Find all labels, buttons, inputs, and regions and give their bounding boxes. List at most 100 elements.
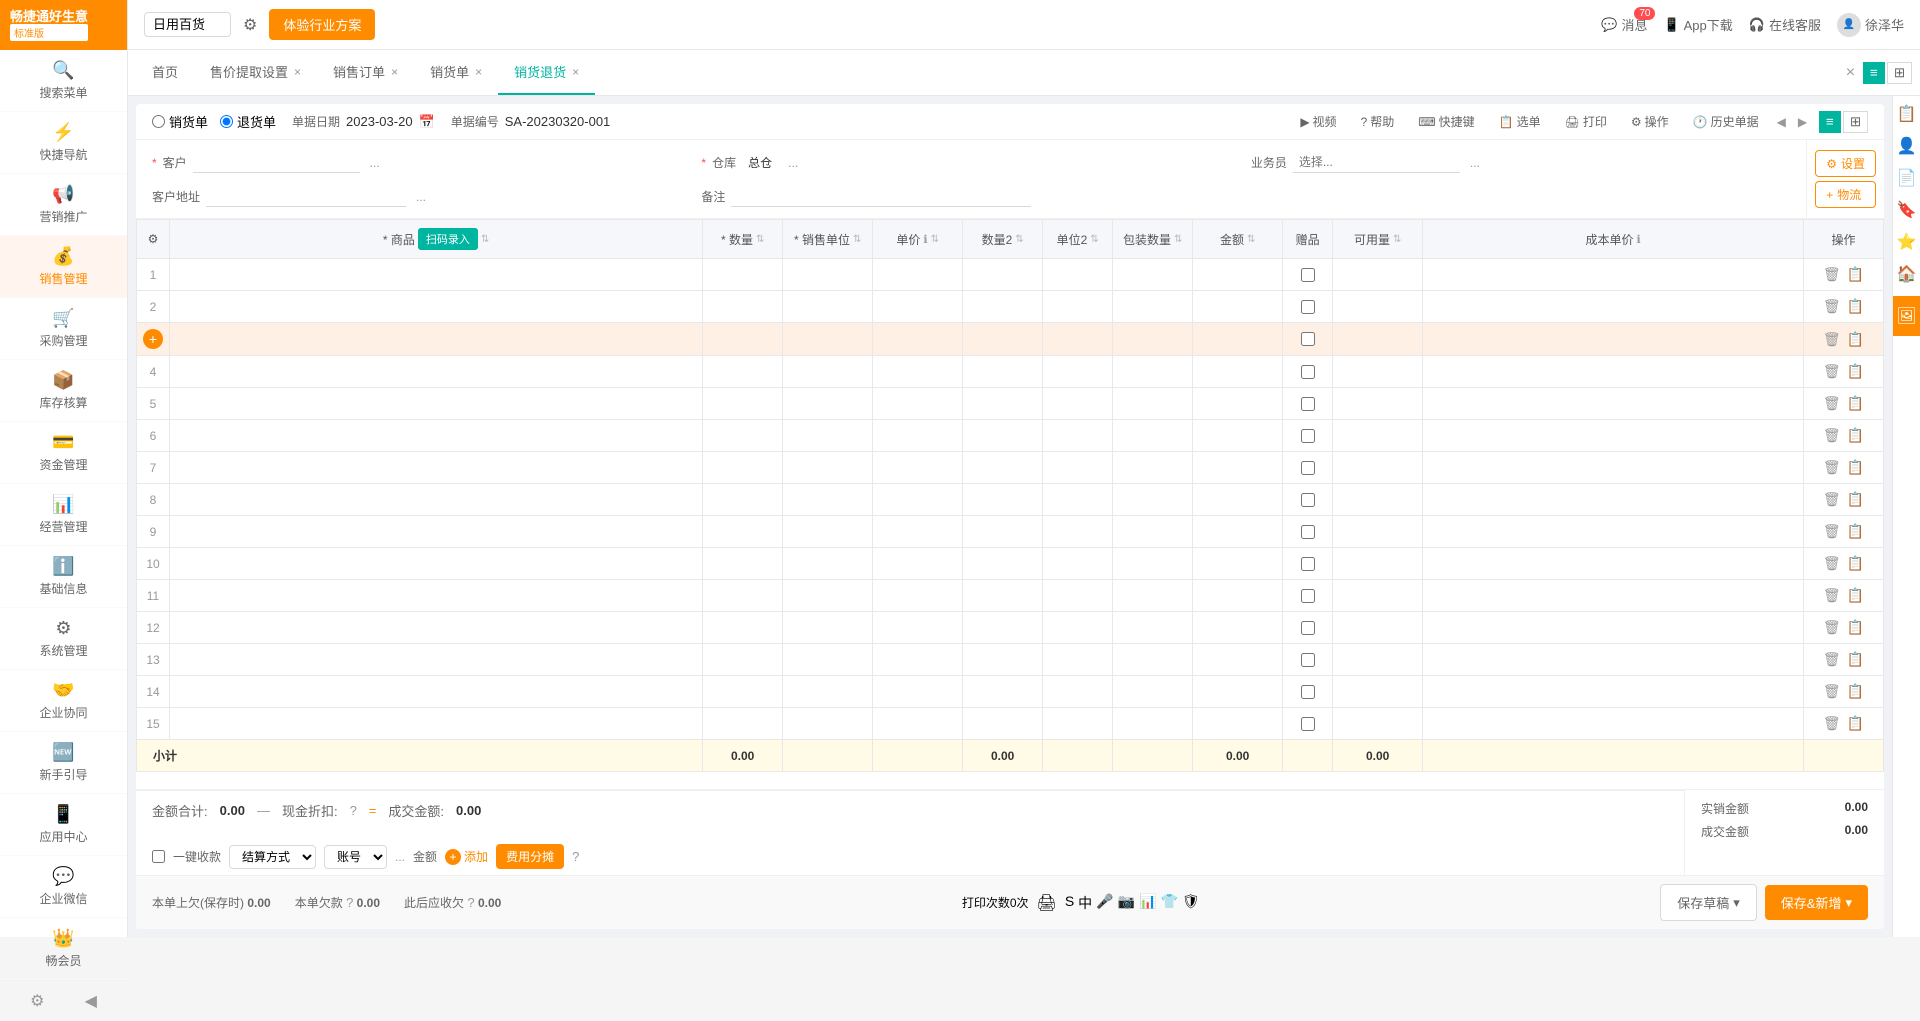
copy-btn-12[interactable]: 📋 — [1847, 619, 1864, 636]
th-gear[interactable]: ⚙ — [137, 220, 170, 259]
one-click-payment-checkbox[interactable] — [152, 850, 165, 863]
topbar-service[interactable]: 🎧 在线客服 — [1749, 15, 1821, 34]
view-btn-grid[interactable]: ⊞ — [1887, 62, 1912, 84]
radio-return[interactable]: 退货单 — [220, 112, 276, 131]
sidebar-item-collab[interactable]: 🤝 企业协同 — [0, 670, 127, 732]
topbar-msg[interactable]: 💬 消息 70 — [1601, 15, 1647, 34]
delete-btn-3[interactable]: 🗑 — [1823, 331, 1841, 348]
delete-btn-13[interactable]: 🗑 — [1823, 651, 1841, 668]
qty-cell-2[interactable] — [703, 291, 783, 323]
gift-checkbox-12[interactable] — [1301, 621, 1315, 635]
address-input[interactable] — [206, 186, 406, 207]
gift-checkbox-10[interactable] — [1301, 557, 1315, 571]
pack-cell-3[interactable] — [1113, 323, 1193, 356]
gift-checkbox-3[interactable] — [1301, 332, 1315, 346]
unit-cell-3[interactable] — [783, 323, 873, 356]
sidebar-item-basic[interactable]: ℹ️ 基础信息 — [0, 546, 127, 608]
add-row-btn[interactable]: + — [143, 329, 163, 349]
price-sort-icon[interactable]: ⇅ — [931, 234, 939, 245]
gift-checkbox-14[interactable] — [1301, 685, 1315, 699]
unit2-cell-3[interactable] — [1043, 323, 1113, 356]
right-panel-icon-1[interactable]: 📋 — [1897, 104, 1917, 124]
product-cell-3[interactable] — [170, 323, 703, 356]
delete-btn-5[interactable]: 🗑 — [1823, 395, 1841, 412]
close-all-icon[interactable]: × — [1846, 64, 1855, 82]
right-panel-action[interactable]: 🖼 — [1893, 296, 1920, 336]
view-btn-list[interactable]: ≡ — [1863, 62, 1885, 84]
tab-price-settings[interactable]: 售价提取设置 × — [194, 50, 317, 95]
tab-close-return[interactable]: × — [572, 65, 579, 79]
sidebar-item-system[interactable]: ⚙ 系统管理 — [0, 608, 127, 670]
sidebar-item-sales[interactable]: 💰 销售管理 — [0, 236, 127, 298]
note-input[interactable] — [731, 186, 1031, 207]
avail-cell-3[interactable] — [1333, 323, 1423, 356]
avail-sort-icon[interactable]: ⇅ — [1393, 234, 1401, 245]
amount-sort-icon[interactable]: ⇅ — [1247, 234, 1255, 245]
delete-btn-14[interactable]: 🗑 — [1823, 683, 1841, 700]
copy-btn-11[interactable]: 📋 — [1847, 587, 1864, 604]
amount-cell-3[interactable] — [1193, 323, 1283, 356]
unit2-sort-icon[interactable]: ⇅ — [1090, 234, 1098, 245]
price-cell-2[interactable] — [873, 291, 963, 323]
amount-cell-2[interactable] — [1193, 291, 1283, 323]
sidebar-item-marketing[interactable]: 📢 营销推广 — [0, 174, 127, 236]
gift-checkbox-7[interactable] — [1301, 461, 1315, 475]
customer-input[interactable] — [193, 152, 360, 173]
sidebar-item-purchase[interactable]: 🛒 采购管理 — [0, 298, 127, 360]
avail-cell-1[interactable] — [1333, 259, 1423, 291]
topbar-app[interactable]: 📱 App下载 — [1663, 15, 1732, 34]
copy-btn-7[interactable]: 📋 — [1847, 459, 1864, 476]
copy-btn-5[interactable]: 📋 — [1847, 395, 1864, 412]
gift-checkbox-6[interactable] — [1301, 429, 1315, 443]
video-btn[interactable]: ▶ 视频 — [1294, 110, 1342, 133]
account-more-icon[interactable]: ... — [395, 850, 405, 864]
gift-checkbox-13[interactable] — [1301, 653, 1315, 667]
pack-sort-icon[interactable]: ⇅ — [1174, 234, 1182, 245]
sidebar-item-weixin[interactable]: 💬 企业微信 — [0, 856, 127, 918]
delete-btn-7[interactable]: 🗑 — [1823, 459, 1841, 476]
delete-btn-1[interactable]: 🗑 — [1823, 266, 1841, 283]
copy-btn-13[interactable]: 📋 — [1847, 651, 1864, 668]
amount-cell-1[interactable] — [1193, 259, 1283, 291]
nav-next-icon[interactable]: ▶ — [1798, 115, 1807, 129]
settings-side-btn[interactable]: ⚙ 设置 — [1815, 150, 1876, 177]
gift-checkbox-8[interactable] — [1301, 493, 1315, 507]
qty2-cell-3[interactable] — [963, 323, 1043, 356]
gift-checkbox-9[interactable] — [1301, 525, 1315, 539]
delete-btn-2[interactable]: 🗑 — [1823, 298, 1841, 315]
right-panel-icon-2[interactable]: 👤 — [1897, 136, 1917, 156]
stat3-icon[interactable]: ? — [467, 895, 474, 910]
copy-btn-14[interactable]: 📋 — [1847, 683, 1864, 700]
gift-checkbox-5[interactable] — [1301, 397, 1315, 411]
delete-btn-4[interactable]: 🗑 — [1823, 363, 1841, 380]
qty2-cell-2[interactable] — [963, 291, 1043, 323]
qty2-sort-icon[interactable]: ⇅ — [1015, 234, 1023, 245]
tab-sales-return[interactable]: 销货退货 × — [498, 50, 595, 95]
gift-checkbox-15[interactable] — [1301, 717, 1315, 731]
tab-close-price[interactable]: × — [294, 65, 301, 79]
gift-checkbox-11[interactable] — [1301, 589, 1315, 603]
customer-more-icon[interactable]: ... — [370, 156, 380, 170]
nav-prev-icon[interactable]: ◀ — [1777, 115, 1786, 129]
tab-sales-order[interactable]: 销售订单 × — [317, 50, 414, 95]
delete-btn-9[interactable]: 🗑 — [1823, 523, 1841, 540]
tab-sales[interactable]: 销货单 × — [414, 50, 498, 95]
shortcut-btn[interactable]: ⌨ 快捷键 — [1412, 110, 1480, 133]
delete-btn-11[interactable]: 🗑 — [1823, 587, 1841, 604]
cost-cell-3[interactable] — [1423, 323, 1804, 356]
trial-btn[interactable]: 体验行业方案 — [269, 9, 375, 40]
unit-price-info-icon[interactable]: ℹ — [923, 233, 927, 246]
date-value[interactable]: 2023-03-20 — [346, 114, 413, 129]
discount-info-icon[interactable]: ? — [350, 803, 357, 818]
right-panel-icon-3[interactable]: 📄 — [1897, 168, 1917, 188]
select-btn[interactable]: 📋 选单 — [1493, 110, 1547, 133]
right-panel-icon-6[interactable]: 🏠 — [1897, 264, 1917, 284]
avail-cell-2[interactable] — [1333, 291, 1423, 323]
daily-dropdown[interactable]: 日用百货 — [144, 12, 231, 37]
salesperson-more-icon[interactable]: ... — [1470, 156, 1480, 170]
sidebar-item-inventory[interactable]: 📦 库存核算 — [0, 360, 127, 422]
sidebar-item-search[interactable]: 🔍 搜索菜单 — [0, 50, 127, 112]
sidebar-item-quick[interactable]: ⚡ 快捷导航 — [0, 112, 127, 174]
copy-btn-2[interactable]: 📋 — [1847, 298, 1864, 315]
history-btn[interactable]: 🕐 历史单据 — [1687, 110, 1765, 133]
